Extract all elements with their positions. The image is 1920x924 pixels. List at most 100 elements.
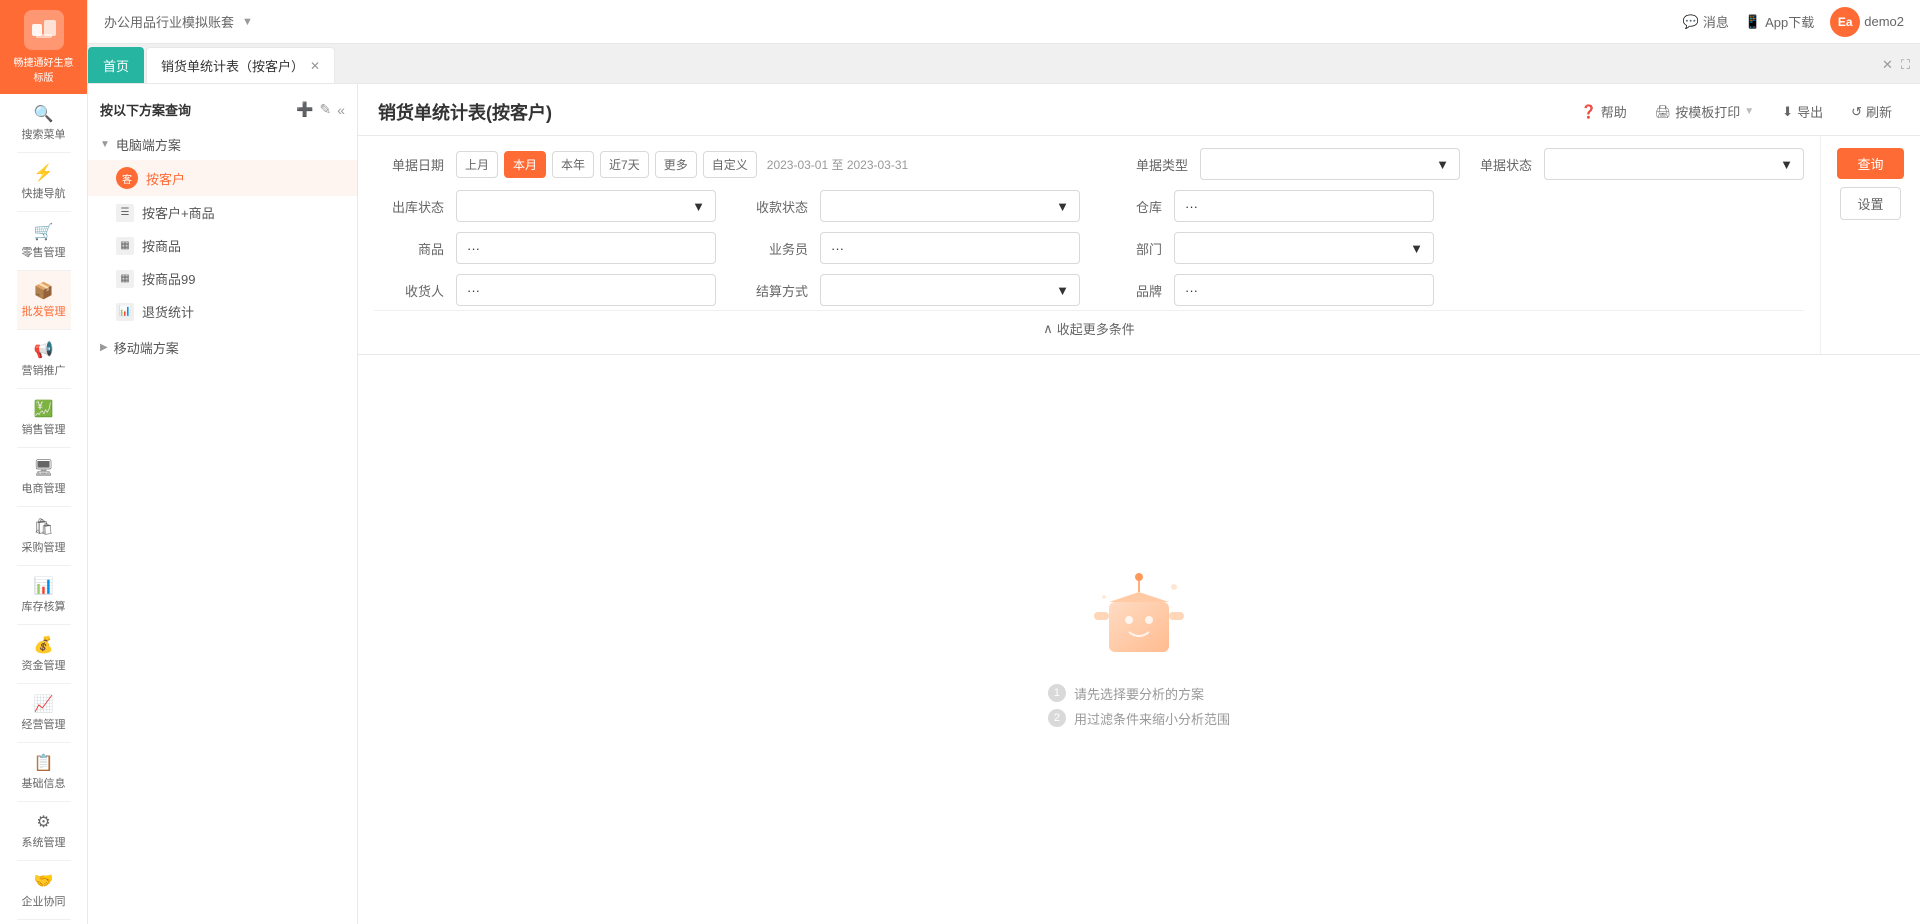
sidebar-item-label-purchase: 采购管理 [22, 539, 66, 555]
message-icon: 💬 [1683, 14, 1699, 30]
scheme-sidebar: 按以下方案查询 ➕ ✎ « ▼ 电脑端方案 客 按客户 ☰ [88, 84, 358, 924]
sidebar-item-enterprise[interactable]: 🤝企业协同 [17, 861, 71, 920]
query-button[interactable]: 查询 [1837, 148, 1903, 179]
tab-home[interactable]: 首页 [88, 47, 144, 83]
scheme-add-icon[interactable]: ➕ [296, 101, 313, 118]
goods-select[interactable]: ··· [456, 232, 716, 264]
scheme-item-by-goods-99[interactable]: ▦ 按商品99 [88, 262, 357, 295]
sidebar-item-sales[interactable]: 💹销售管理 [17, 389, 71, 448]
finance-icon: 💰 [34, 635, 54, 655]
scheme-group-mobile-header[interactable]: ▶ 移动端方案 [88, 332, 357, 363]
scheme-item-icon-goods-99: ▦ [116, 270, 134, 288]
date-more[interactable]: 更多 [655, 151, 697, 178]
scheme-item-return-stats-label: 退货统计 [142, 302, 194, 321]
tab-expand-area[interactable]: ✕ ⛶ [1872, 47, 1920, 83]
sidebar-item-operations[interactable]: 📈 经营管理 [17, 684, 71, 743]
scheme-group-desktop-label: 电脑端方案 [116, 135, 181, 154]
print-button[interactable]: 🖨 按模板打印 ▼ [1647, 98, 1762, 125]
scheme-group-desktop-header[interactable]: ▼ 电脑端方案 [88, 129, 357, 160]
scheme-item-by-goods[interactable]: ▦ 按商品 [88, 229, 357, 262]
status-select[interactable]: ▼ [1544, 148, 1804, 180]
chevron-down-icon: ▼ [100, 139, 110, 150]
scheme-title: 按以下方案查询 [100, 100, 191, 119]
receipt-status-select[interactable]: ▼ [820, 190, 1080, 222]
export-button[interactable]: ⬇ 导出 [1774, 98, 1831, 125]
wholesale-icon: 📦 [34, 281, 54, 301]
scheme-group-mobile: ▶ 移动端方案 [88, 332, 357, 363]
sidebar-item-finance[interactable]: 💰资金管理 [17, 625, 71, 684]
window-expand-icon[interactable]: ⛶ [1901, 57, 1910, 73]
scheme-item-by-customer-goods[interactable]: ☰ 按客户+商品 [88, 196, 357, 229]
date-range-text: 2023-03-01 至 2023-03-31 [767, 156, 908, 173]
sidebar-item-inventory[interactable]: 📊库存核算 [17, 566, 71, 625]
scheme-collapse-icon[interactable]: « [337, 102, 345, 118]
sidebar-item-label-ecommerce: 电商管理 [22, 480, 66, 496]
scheme-edit-icon[interactable]: ✎ [319, 101, 331, 118]
type-dropdown-icon: ▼ [1436, 157, 1449, 172]
sidebar-item-label-search: 搜索菜单 [22, 126, 66, 142]
receiver-select[interactable]: ··· [456, 274, 716, 306]
header-right: 💬 消息 📱 App下载 Ea demo2 [1683, 7, 1904, 37]
refresh-button[interactable]: ↺ 刷新 [1843, 98, 1900, 125]
purchase-icon: 🛍 [33, 517, 53, 537]
sidebar-item-search[interactable]: 🔍搜索菜单 [17, 94, 71, 153]
page-actions: ❓ 帮助 🖨 按模板打印 ▼ ⬇ 导出 ↺ 刷新 [1573, 98, 1900, 125]
salesperson-select[interactable]: ··· [820, 232, 1080, 264]
print-icon: 🖨 [1655, 104, 1672, 120]
settings-button[interactable]: 设置 [1840, 187, 1900, 220]
main-area: 办公用品行业模拟账套 ▼ 💬 消息 📱 App下载 Ea demo2 首页 销货… [88, 0, 1920, 924]
type-select[interactable]: ▼ [1200, 148, 1460, 180]
type-label: 单据类型 [1128, 155, 1188, 174]
filter-row-3: 商品 ··· 业务员 ··· 部门 ▼ [374, 232, 1804, 264]
filter-row-2: 出库状态 ▼ 收款状态 ▼ 仓库 ··· [374, 190, 1804, 222]
sidebar-item-ecommerce[interactable]: 🖥电商管理 [17, 448, 71, 507]
settlement-select[interactable]: ▼ [820, 274, 1080, 306]
collapse-button[interactable]: ∧ 收起更多条件 [374, 310, 1804, 342]
sidebar-item-system[interactable]: ⚙系统管理 [17, 802, 71, 861]
sidebar-item-retail[interactable]: 🛒零售管理 [17, 212, 71, 271]
tab-home-label: 首页 [103, 56, 129, 75]
date-this-year[interactable]: 本年 [552, 151, 594, 178]
receipt-status-dropdown-icon: ▼ [1056, 199, 1069, 214]
out-status-dropdown-icon: ▼ [692, 199, 705, 214]
date-this-month[interactable]: 本月 [504, 151, 546, 178]
refresh-icon: ↺ [1851, 104, 1862, 120]
warehouse-select[interactable]: ··· [1174, 190, 1434, 222]
sidebar-item-basic[interactable]: 📋基础信息 [17, 743, 71, 802]
avatar: Ea [1830, 7, 1860, 37]
sidebar-item-newbie[interactable]: 🌟新手引导 [17, 920, 71, 924]
sidebar-item-marketing[interactable]: 📢营销推广 [17, 330, 71, 389]
message-label: 消息 [1703, 12, 1729, 31]
sidebar-item-label-operations: 经营管理 [22, 716, 66, 732]
sidebar-item-label-quick-nav: 快捷导航 [22, 185, 66, 201]
operations-icon: 📈 [34, 694, 54, 714]
brand-label: 品牌 [1092, 281, 1162, 300]
tab-sales-stats[interactable]: 销货单统计表（按客户） ✕ [146, 47, 335, 83]
out-status-select[interactable]: ▼ [456, 190, 716, 222]
filter-row-4: 收货人 ··· 结算方式 ▼ 品牌 ··· [374, 274, 1804, 306]
tab-close-icon[interactable]: ✕ [310, 59, 320, 73]
sales-icon: 💹 [34, 399, 54, 419]
date-custom[interactable]: 自定义 [703, 151, 757, 178]
sidebar-item-purchase[interactable]: 🛍 采购管理 [17, 507, 71, 566]
warehouse-label: 仓库 [1092, 197, 1162, 216]
scheme-item-return-stats[interactable]: 📊 退货统计 [88, 295, 357, 328]
app-download-button[interactable]: 📱 App下载 [1745, 12, 1814, 31]
scheme-item-icon-customer-goods: ☰ [116, 204, 134, 222]
date-last-7-days[interactable]: 近7天 [600, 151, 649, 178]
department-select[interactable]: ▼ [1174, 232, 1434, 264]
app-download-label: App下载 [1765, 12, 1814, 31]
date-last-month[interactable]: 上月 [456, 151, 498, 178]
help-button[interactable]: ❓ 帮助 [1573, 98, 1635, 125]
message-button[interactable]: 💬 消息 [1683, 12, 1729, 31]
user-avatar-area[interactable]: Ea demo2 [1830, 7, 1904, 37]
help-icon: ❓ [1581, 104, 1597, 120]
brand-select[interactable]: ··· [1174, 274, 1434, 306]
sidebar-item-label-wholesale: 批发管理 [22, 303, 66, 319]
window-close-icon[interactable]: ✕ [1882, 57, 1893, 73]
collapse-up-icon: ∧ [1043, 321, 1053, 337]
workspace-dropdown-icon[interactable]: ▼ [242, 16, 253, 28]
scheme-item-by-customer[interactable]: 客 按客户 [88, 160, 357, 196]
sidebar-item-wholesale[interactable]: 📦 批发管理 [17, 271, 71, 330]
sidebar-item-quick-nav[interactable]: ⚡快捷导航 [17, 153, 71, 212]
